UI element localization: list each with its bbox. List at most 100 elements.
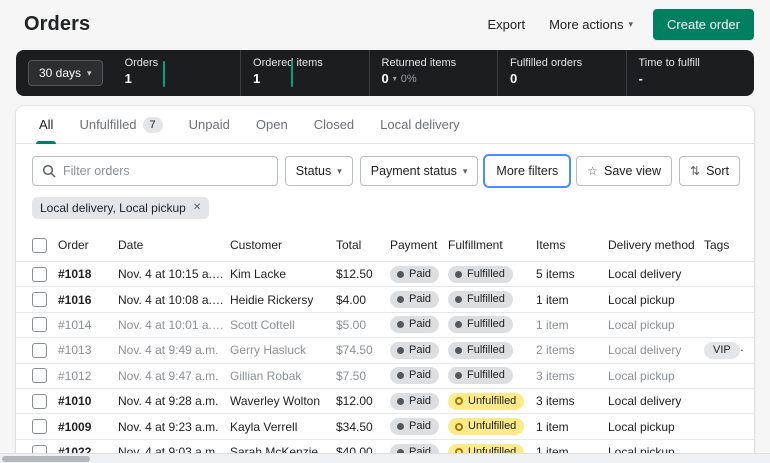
checkbox-cell <box>32 394 58 409</box>
order-number[interactable]: #1018 <box>58 267 118 281</box>
order-date: Nov. 4 at 9:47 a.m. <box>118 369 230 383</box>
items-count: 1 item <box>536 293 608 307</box>
checkbox-cell <box>32 238 58 253</box>
order-number[interactable]: #1014 <box>58 318 118 332</box>
scrollbar-thumb[interactable] <box>2 456 90 462</box>
metric-value-row: 1 <box>253 71 356 86</box>
orders-page: Orders Export More actions ▾ Create orde… <box>0 0 770 463</box>
status-dot-icon <box>455 397 463 405</box>
row-checkbox[interactable] <box>32 317 47 332</box>
status-dot-icon <box>397 321 404 328</box>
order-number[interactable]: #1016 <box>58 293 118 307</box>
status-dot-icon <box>397 398 404 405</box>
delivery-method: Local pickup <box>608 318 704 332</box>
row-checkbox[interactable] <box>32 292 47 307</box>
sort-button[interactable]: ⇅ Sort <box>679 156 740 186</box>
metric-orders[interactable]: Orders1 <box>113 50 240 96</box>
filter-bar: Status ▾ Payment status ▾ More filters ☆… <box>16 144 754 192</box>
row-checkbox[interactable] <box>32 368 47 383</box>
horizontal-scrollbar[interactable] <box>0 453 770 463</box>
order-total: $5.00 <box>336 318 390 332</box>
payment-status-cell: Paid <box>390 367 448 384</box>
order-row[interactable]: #1012Nov. 4 at 9:47 a.m.Gillian Robak$7.… <box>16 364 754 389</box>
fulfillment-badge: Fulfilled <box>448 342 513 359</box>
payment-status-cell: Paid <box>390 266 448 283</box>
payment-status-cell: Paid <box>390 393 448 410</box>
orders-table: OrderDateCustomerTotalPaymentFulfillment… <box>16 229 754 463</box>
date-range-button[interactable]: 30 days ▾ <box>28 60 103 86</box>
column-header-delivery-method: Delivery method <box>608 238 704 252</box>
tab-closed[interactable]: Closed <box>301 106 367 143</box>
items-count: 2 items <box>536 343 608 357</box>
payment-badge: Paid <box>390 291 439 308</box>
fulfillment-status-cell: Fulfilled <box>448 266 536 283</box>
order-date: Nov. 4 at 10:08 a.m. <box>118 293 230 307</box>
row-checkbox[interactable] <box>32 343 47 358</box>
order-number[interactable]: #1010 <box>58 394 118 408</box>
order-number[interactable]: #1009 <box>58 420 118 434</box>
row-checkbox[interactable] <box>32 267 47 282</box>
applied-filter-chip: Local delivery, Local pickup✕ <box>32 197 209 219</box>
payment-badge: Paid <box>390 393 439 410</box>
tab-open[interactable]: Open <box>243 106 301 143</box>
view-tabs: AllUnfulfilled7UnpaidOpenClosedLocal del… <box>16 106 754 144</box>
metric-value-row: 1 <box>125 71 228 86</box>
fulfillment-badge-label: Fulfilled <box>467 268 505 281</box>
fulfillment-status-cell: Fulfilled <box>448 342 536 359</box>
payment-badge-label: Paid <box>409 395 431 408</box>
table-header-row: OrderDateCustomerTotalPaymentFulfillment… <box>16 229 754 262</box>
order-row[interactable]: #1014Nov. 4 at 10:01 a.m.Scott Cottell$5… <box>16 313 754 338</box>
save-view-button[interactable]: ☆ Save view <box>576 156 672 186</box>
tab-unfulfilled[interactable]: Unfulfilled7 <box>66 106 175 143</box>
tag-badge: VIP <box>704 342 740 359</box>
order-date: Nov. 4 at 9:23 a.m. <box>118 420 230 434</box>
more-filters-button[interactable]: More filters <box>485 156 569 186</box>
analytics-bar: 30 days ▾ Orders1Ordered items1Returned … <box>16 50 754 96</box>
row-checkbox[interactable] <box>32 419 47 434</box>
customer-name: Waverley Wolton <box>230 394 336 408</box>
column-header-customer: Customer <box>230 238 336 252</box>
date-range-label: 30 days <box>39 66 81 80</box>
chevron-down-icon: ▾ <box>337 167 342 176</box>
payment-status-cell: Paid <box>390 291 448 308</box>
status-filter-button[interactable]: Status ▾ <box>285 156 353 186</box>
metric-returned-items[interactable]: Returned items0▾0% <box>369 50 497 96</box>
filter-orders-input[interactable] <box>63 164 268 178</box>
metric-ordered-items[interactable]: Ordered items1 <box>240 50 368 96</box>
metric-delta: 0% <box>401 73 417 85</box>
save-view-label: Save view <box>604 164 661 178</box>
create-order-button[interactable]: Create order <box>653 9 754 40</box>
status-dot-icon <box>455 271 462 278</box>
order-row[interactable]: #1018Nov. 4 at 10:15 a.m.Kim Lacke$12.50… <box>16 262 754 287</box>
row-checkbox[interactable] <box>32 394 47 409</box>
payment-status-cell: Paid <box>390 342 448 359</box>
payment-status-filter-button[interactable]: Payment status ▾ <box>360 156 479 186</box>
order-row[interactable]: #1010Nov. 4 at 9:28 a.m.Waverley Wolton$… <box>16 389 754 414</box>
order-row[interactable]: #1016Nov. 4 at 10:08 a.m.Heidie Rickersy… <box>16 287 754 312</box>
fulfillment-badge: Fulfilled <box>448 316 513 333</box>
payment-badge-label: Paid <box>409 420 431 433</box>
metric-fulfilled-orders[interactable]: Fulfilled orders0 <box>497 50 625 96</box>
delivery-method: Local delivery <box>608 343 704 357</box>
order-row[interactable]: #1009Nov. 4 at 9:23 a.m.Kayla Verrell$34… <box>16 414 754 439</box>
order-number[interactable]: #1012 <box>58 369 118 383</box>
fulfillment-badge: Unfulfilled <box>448 418 524 435</box>
tab-all[interactable]: All <box>26 106 66 143</box>
column-header-tags: Tags <box>704 238 744 252</box>
items-count: 3 items <box>536 394 608 408</box>
sort-arrows-icon: ⇅ <box>690 165 700 177</box>
metric-time-to-fulfill[interactable]: Time to fulfill- <box>626 50 754 96</box>
remove-filter-icon[interactable]: ✕ <box>193 203 201 213</box>
tab-count-badge: 7 <box>143 117 163 133</box>
delivery-method: Local pickup <box>608 293 704 307</box>
more-actions-button[interactable]: More actions ▾ <box>539 11 643 38</box>
table-body: #1018Nov. 4 at 10:15 a.m.Kim Lacke$12.50… <box>16 262 754 463</box>
order-row[interactable]: #1013Nov. 4 at 9:49 a.m.Gerry Hasluck$74… <box>16 338 754 363</box>
tab-local-delivery[interactable]: Local delivery <box>367 106 473 143</box>
tab-unpaid[interactable]: Unpaid <box>176 106 243 143</box>
filter-orders-search[interactable] <box>32 156 278 186</box>
select-all-checkbox[interactable] <box>32 238 47 253</box>
order-number[interactable]: #1013 <box>58 343 118 357</box>
checkbox-cell <box>32 368 58 383</box>
export-button[interactable]: Export <box>477 11 535 38</box>
